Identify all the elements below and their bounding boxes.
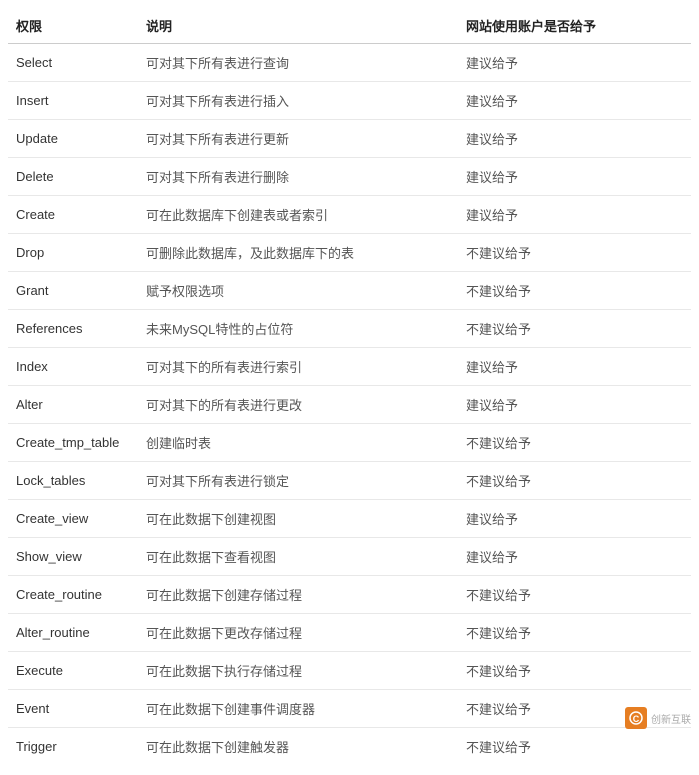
cell-description: 可删除此数据库，及此数据库下的表: [138, 234, 458, 272]
table-row: Trigger可在此数据下创建触发器不建议给予: [8, 728, 691, 766]
table-row: Execute可在此数据下执行存储过程不建议给予: [8, 652, 691, 690]
table-row: Create_tmp_table创建临时表不建议给予: [8, 424, 691, 462]
cell-permission: Event: [8, 690, 138, 728]
cell-description: 可在此数据下创建事件调度器: [138, 690, 458, 728]
table-row: Lock_tables可对其下所有表进行锁定不建议给予: [8, 462, 691, 500]
cell-permission: Create_routine: [8, 576, 138, 614]
permissions-table: 权限 说明 网站使用账户是否给予 Select可对其下所有表进行查询建议给予In…: [8, 10, 691, 765]
cell-description: 可在此数据下查看视图: [138, 538, 458, 576]
cell-recommend: 不建议给予: [458, 728, 691, 766]
table-row: Event可在此数据下创建事件调度器不建议给予: [8, 690, 691, 728]
table-row: Delete可对其下所有表进行删除建议给予: [8, 158, 691, 196]
cell-permission: Trigger: [8, 728, 138, 766]
cell-permission: Alter: [8, 386, 138, 424]
cell-description: 创建临时表: [138, 424, 458, 462]
watermark: C 创新互联: [625, 707, 691, 729]
cell-permission: Alter_routine: [8, 614, 138, 652]
cell-recommend: 建议给予: [458, 196, 691, 234]
table-header-row: 权限 说明 网站使用账户是否给予: [8, 10, 691, 44]
cell-permission: Create_view: [8, 500, 138, 538]
cell-description: 可在此数据库下创建表或者索引: [138, 196, 458, 234]
cell-description: 未来MySQL特性的占位符: [138, 310, 458, 348]
cell-recommend: 建议给予: [458, 158, 691, 196]
cell-permission: Index: [8, 348, 138, 386]
table-row: Create_view可在此数据下创建视图建议给予: [8, 500, 691, 538]
cell-permission: Create_tmp_table: [8, 424, 138, 462]
cell-recommend: 不建议给予: [458, 462, 691, 500]
table-row: Insert可对其下所有表进行插入建议给予: [8, 82, 691, 120]
table-row: Grant赋予权限选项不建议给予: [8, 272, 691, 310]
cell-description: 可对其下所有表进行查询: [138, 44, 458, 82]
cell-recommend: 建议给予: [458, 348, 691, 386]
cell-permission: Execute: [8, 652, 138, 690]
cell-description: 可对其下所有表进行锁定: [138, 462, 458, 500]
table-row: Index可对其下的所有表进行索引建议给予: [8, 348, 691, 386]
table-row: Select可对其下所有表进行查询建议给予: [8, 44, 691, 82]
cell-recommend: 不建议给予: [458, 614, 691, 652]
cell-permission: Update: [8, 120, 138, 158]
table-row: Drop可删除此数据库，及此数据库下的表不建议给予: [8, 234, 691, 272]
cell-description: 可对其下所有表进行更新: [138, 120, 458, 158]
table-row: Alter_routine可在此数据下更改存储过程不建议给予: [8, 614, 691, 652]
cell-description: 可在此数据下执行存储过程: [138, 652, 458, 690]
cell-recommend: 不建议给予: [458, 424, 691, 462]
svg-text:C: C: [633, 714, 640, 724]
header-recommend: 网站使用账户是否给予: [458, 10, 691, 44]
cell-permission: Lock_tables: [8, 462, 138, 500]
cell-description: 可对其下的所有表进行更改: [138, 386, 458, 424]
header-permission: 权限: [8, 10, 138, 44]
table-row: Show_view可在此数据下查看视图建议给予: [8, 538, 691, 576]
cell-recommend: 不建议给予: [458, 652, 691, 690]
cell-permission: Grant: [8, 272, 138, 310]
cell-description: 赋予权限选项: [138, 272, 458, 310]
cell-description: 可在此数据下创建存储过程: [138, 576, 458, 614]
cell-permission: Create: [8, 196, 138, 234]
table-container: 权限 说明 网站使用账户是否给予 Select可对其下所有表进行查询建议给予In…: [0, 0, 699, 775]
cell-permission: Delete: [8, 158, 138, 196]
cell-description: 可对其下所有表进行插入: [138, 82, 458, 120]
cell-description: 可在此数据下创建触发器: [138, 728, 458, 766]
table-row: Alter可对其下的所有表进行更改建议给予: [8, 386, 691, 424]
cell-recommend: 建议给予: [458, 82, 691, 120]
cell-recommend: 建议给予: [458, 120, 691, 158]
table-row: References未来MySQL特性的占位符不建议给予: [8, 310, 691, 348]
cell-permission: Insert: [8, 82, 138, 120]
cell-description: 可对其下的所有表进行索引: [138, 348, 458, 386]
table-row: Create_routine可在此数据下创建存储过程不建议给予: [8, 576, 691, 614]
cell-permission: Drop: [8, 234, 138, 272]
cell-description: 可在此数据下创建视图: [138, 500, 458, 538]
cell-recommend: 不建议给予: [458, 576, 691, 614]
watermark-logo: C: [625, 707, 647, 729]
cell-recommend: 建议给予: [458, 386, 691, 424]
cell-recommend: 建议给予: [458, 500, 691, 538]
watermark-text: 创新互联: [651, 711, 691, 726]
table-row: Update可对其下所有表进行更新建议给予: [8, 120, 691, 158]
cell-permission: Select: [8, 44, 138, 82]
header-description: 说明: [138, 10, 458, 44]
cell-recommend: 建议给予: [458, 44, 691, 82]
cell-recommend: 不建议给予: [458, 234, 691, 272]
cell-recommend: 不建议给予: [458, 272, 691, 310]
cell-permission: References: [8, 310, 138, 348]
cell-permission: Show_view: [8, 538, 138, 576]
table-row: Create可在此数据库下创建表或者索引建议给予: [8, 196, 691, 234]
cell-recommend: 不建议给予: [458, 310, 691, 348]
cell-description: 可在此数据下更改存储过程: [138, 614, 458, 652]
cell-recommend: 建议给予: [458, 538, 691, 576]
cell-description: 可对其下所有表进行删除: [138, 158, 458, 196]
